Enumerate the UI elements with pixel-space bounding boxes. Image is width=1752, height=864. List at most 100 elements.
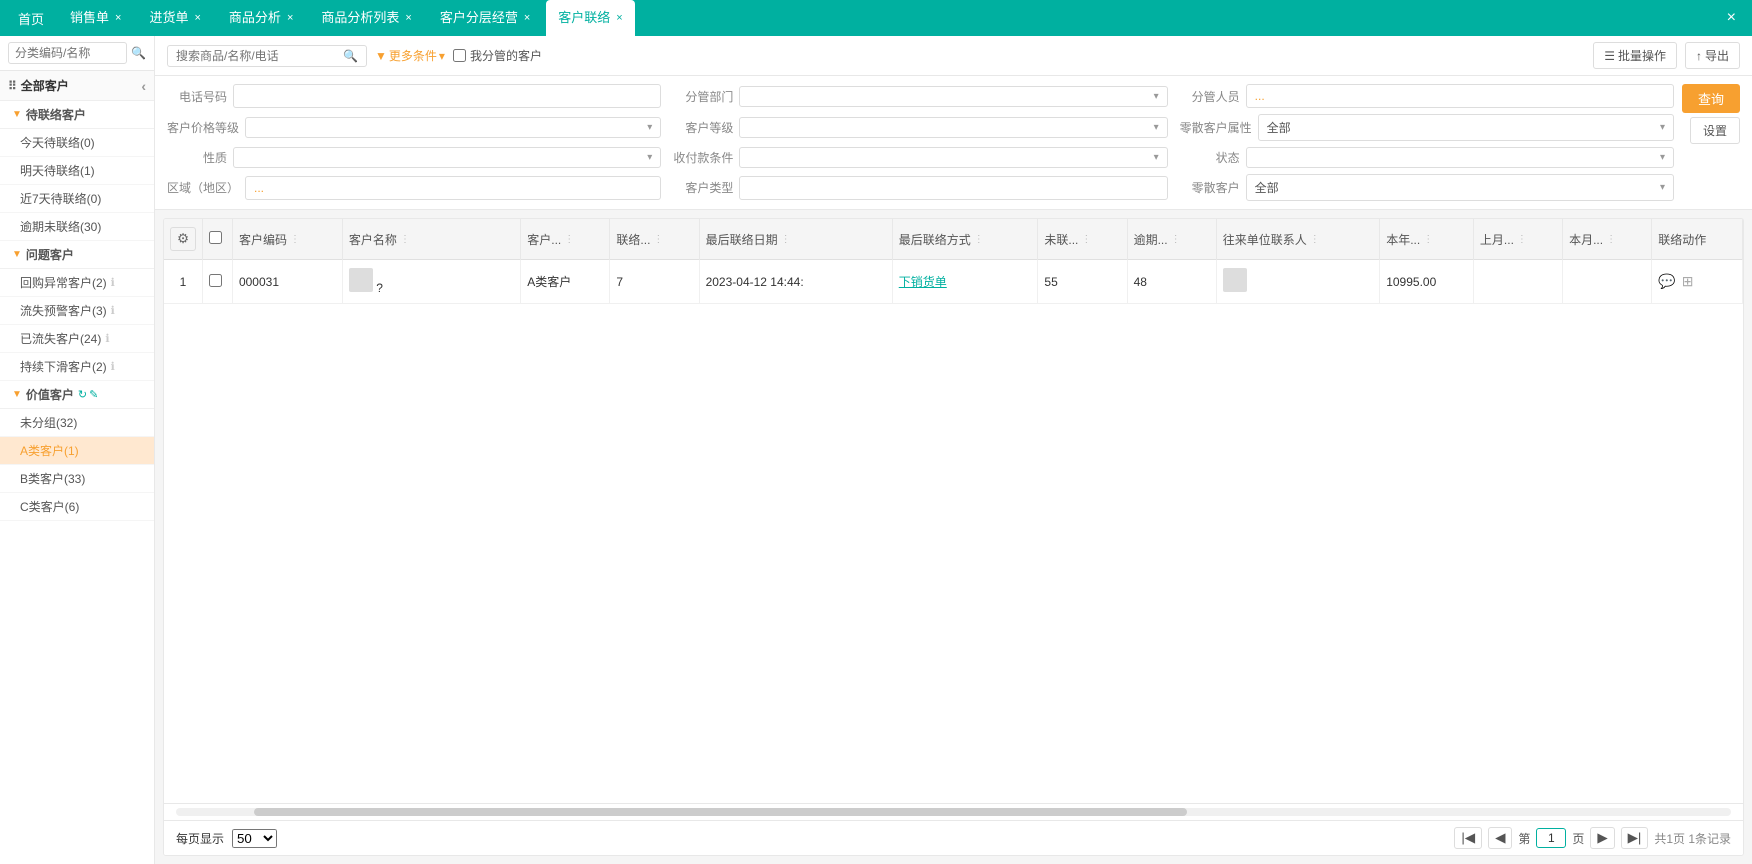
sidebar-item-churn-warning[interactable]: 流失预警客户(3) ℹ [0,297,154,325]
close-product-list-icon[interactable]: × [405,0,411,36]
sidebar-item-class-c[interactable]: C类客户(6) [0,493,154,521]
select-all-checkbox[interactable] [209,231,222,244]
tab-customer-stratification[interactable]: 客户分层经营 × [428,0,542,36]
sidebar-item-repurchase-abnormal[interactable]: 回购异常客户(2) ℹ [0,269,154,297]
pending-contact-group[interactable]: ▼ 待联络客户 [0,101,154,129]
sidebar-item-7days-contact[interactable]: 近7天待联络(0) [0,185,154,213]
customer-type-input[interactable] [739,176,1167,200]
last-page-button[interactable]: ▶| [1621,827,1649,849]
tab-purchase-order[interactable]: 进货单 × [137,0,212,36]
batch-op-button[interactable]: ☰ 批量操作 [1593,42,1677,69]
query-button[interactable]: 查询 [1682,84,1740,113]
th-unit-contact[interactable]: 往来单位联系人 ⋮ [1216,219,1379,260]
sidebar-item-class-b[interactable]: B类客户(33) [0,465,154,493]
th-last-date-label: 最后联络日期 [706,231,778,248]
close-purchase-order-icon[interactable]: × [194,0,200,36]
row-no-contact: 55 [1038,260,1127,304]
th-this-year[interactable]: 本年... ⋮ [1380,219,1474,260]
close-contact-icon[interactable]: × [616,0,622,36]
scrollbar-track[interactable] [176,808,1731,816]
dept-select[interactable]: ▾ [739,86,1167,107]
filter-search-icon[interactable]: 🔍 [343,49,358,63]
scrollbar-thumb[interactable] [254,808,1187,816]
first-page-button[interactable]: |◀ [1454,827,1482,849]
row-contact-count: 7 [610,260,699,304]
th-last-month-label: 上月... [1480,231,1514,248]
next-page-button[interactable]: ▶ [1590,827,1614,849]
th-last-method[interactable]: 最后联络方式 ⋮ [892,219,1038,260]
settings-button[interactable]: 设置 [1690,117,1740,144]
close-stratification-icon[interactable]: × [524,0,530,36]
close-product-analysis-icon[interactable]: × [287,0,293,36]
table-header-row: ⚙ 客户编码 ⋮ [164,219,1743,260]
more-filters-button[interactable]: ▼ 更多条件 ▾ [375,47,445,64]
qr-action-icon[interactable]: ⊞ [1682,273,1694,290]
th-contact-count[interactable]: 联络... ⋮ [610,219,699,260]
payment-select[interactable]: ▾ [739,147,1167,168]
sort-contact-icon: ⋮ [653,234,663,245]
status-label: 状态 [1180,149,1240,166]
my-customers-checkbox[interactable] [453,49,466,62]
my-customers-filter[interactable]: 我分管的客户 [453,47,542,64]
tab-sales-order[interactable]: 销售单 × [58,0,133,36]
th-overdue[interactable]: 逾期... ⋮ [1127,219,1216,260]
retail-customer-select[interactable]: 全部 ▾ [1246,174,1674,201]
close-sales-order-icon[interactable]: × [115,0,121,36]
chat-action-icon[interactable]: 💬 [1658,273,1675,290]
tab-customer-contact[interactable]: 客户联络 × [546,0,634,36]
tab-product-analysis[interactable]: 商品分析 × [217,0,305,36]
row-checkbox[interactable] [209,274,222,287]
tab-product-analysis-list[interactable]: 商品分析列表 × [309,0,423,36]
collapse-icon[interactable]: ‹ [141,78,146,94]
sidebar-item-today-contact[interactable]: 今天待联络(0) [0,129,154,157]
sidebar-search-input[interactable] [8,42,127,64]
retail-attr-select[interactable]: 全部 ▾ [1258,114,1674,141]
horizontal-scrollbar-area [164,803,1743,820]
th-no-contact-label: 未联... [1044,231,1078,248]
th-name[interactable]: 客户名称 ⋮ [342,219,520,260]
refresh-icon[interactable]: ↻ [78,388,87,401]
sidebar-item-churned[interactable]: 已流失客户(24) ℹ [0,325,154,353]
retail-attr-value: 全部 [1267,119,1291,136]
th-this-month[interactable]: 本月... ⋮ [1563,219,1652,260]
status-select[interactable]: ▾ [1246,147,1674,168]
sidebar-item-class-a[interactable]: A类客户(1) [0,437,154,465]
filter-search-input[interactable] [176,49,343,63]
value-customers-group[interactable]: ▼ 价值客户 ↻ ✎ [0,381,154,409]
th-name-label: 客户名称 [349,231,397,248]
per-page-select[interactable]: 50 100 200 [232,829,277,848]
nav-home[interactable]: 首页 [8,9,54,28]
all-customers-header[interactable]: ⠿ 全部客户 ‹ [0,71,154,101]
th-no-contact[interactable]: 未联... ⋮ [1038,219,1127,260]
column-settings-button[interactable]: ⚙ [170,227,196,251]
sidebar-item-overdue-contact[interactable]: 逾期未联络(30) [0,213,154,241]
th-customer-type[interactable]: 客户... ⋮ [521,219,610,260]
prev-page-button[interactable]: ◀ [1488,827,1512,849]
sidebar-item-tomorrow-contact[interactable]: 明天待联络(1) [0,157,154,185]
region-multi[interactable]: ... [245,176,661,200]
export-icon: ↑ [1696,49,1702,63]
edit-icon[interactable]: ✎ [89,388,98,401]
customer-level-select[interactable]: ▾ [739,117,1167,138]
th-last-date[interactable]: 最后联络日期 ⋮ [699,219,892,260]
table-wrapper[interactable]: ⚙ 客户编码 ⋮ [164,219,1743,803]
retail-attr-arrow-icon: ▾ [1660,122,1665,133]
close-all-button[interactable]: × [1719,9,1744,27]
filter-region: 区域（地区） ... [167,176,661,200]
sidebar-item-declining[interactable]: 持续下滑客户(2) ℹ [0,353,154,381]
row-last-method[interactable]: 下销货单 [892,260,1038,304]
phone-input[interactable] [233,84,661,108]
price-level-select[interactable]: ▾ [245,117,661,138]
th-code[interactable]: 客户编码 ⋮ [232,219,342,260]
row-action-buttons: 💬 ⊞ [1658,273,1736,290]
nature-select[interactable]: ▾ [233,147,661,168]
th-last-month[interactable]: 上月... ⋮ [1473,219,1562,260]
problem-customers-group[interactable]: ▼ 问题客户 [0,241,154,269]
manager-multi[interactable]: ... [1246,84,1674,108]
current-page-number[interactable]: 1 [1536,828,1566,848]
th-overdue-label: 逾期... [1134,231,1168,248]
info-icon-0: ℹ [111,276,115,289]
sidebar-search-icon[interactable]: 🔍 [131,46,146,60]
sidebar-item-unclassified[interactable]: 未分组(32) [0,409,154,437]
export-button[interactable]: ↑ 导出 [1685,42,1740,69]
